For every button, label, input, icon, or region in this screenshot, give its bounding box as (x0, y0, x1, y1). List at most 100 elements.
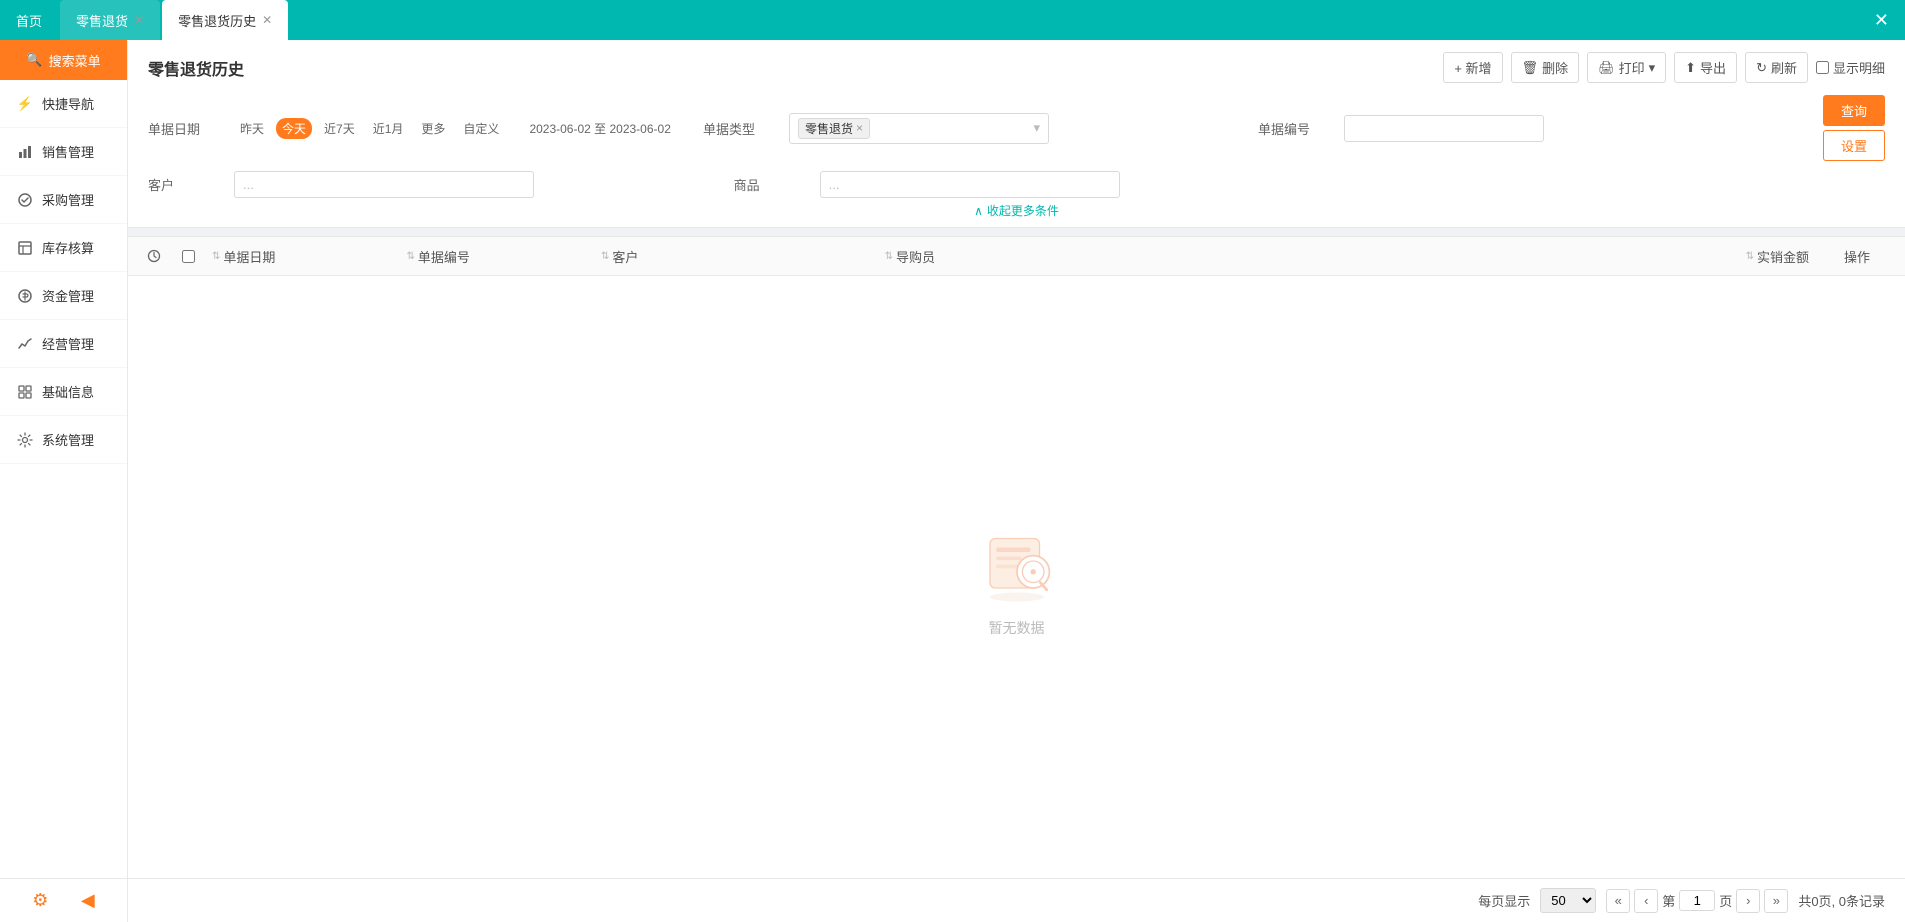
sidebar: 🔍 搜索菜单 ⚡ 快捷导航 销售管理 采购管理 (0, 40, 128, 922)
date-opt-more[interactable]: 更多 (415, 118, 451, 139)
tab-home[interactable]: 首页 (0, 0, 58, 40)
settings-footer-icon[interactable]: ⚙ (32, 890, 48, 911)
print-icon: 🖨 (1598, 60, 1615, 76)
setting-button[interactable]: 设置 (1823, 130, 1885, 161)
last-page-button[interactable]: » (1764, 889, 1788, 913)
empty-text: 暂无数据 (989, 618, 1045, 638)
date-filter-section: 单据日期 昨天 今天 近7天 近1月 更多 自定义 2023-06-02 至 2… (148, 118, 683, 139)
prev-page-button[interactable]: ‹ (1634, 889, 1658, 913)
th-guide[interactable]: ⇅ 导购员 (877, 247, 1071, 266)
delete-icon: 🗑 (1522, 60, 1539, 76)
voucher-type-remove[interactable]: × (856, 121, 863, 135)
filter-row-2: 客户 ... 商品 ... (148, 171, 1885, 198)
goods-label: 商品 (734, 175, 804, 194)
pagination-bar: 每页显示 20 50 100 « ‹ 第 页 › » 共0页, 0条记录 (128, 878, 1905, 922)
voucher-sort-icon: ⇅ (406, 251, 414, 262)
table-container: ⇅ 单据日期 ⇅ 单据编号 ⇅ 客户 ⇅ 导购员 ⇅ 实销 (128, 236, 1905, 878)
query-button[interactable]: 查询 (1823, 95, 1885, 126)
amount-sort-icon: ⇅ (1746, 251, 1754, 262)
show-detail-checkbox-wrapper[interactable]: 显示明细 (1816, 58, 1885, 77)
tab-retail-return-history-close[interactable]: ✕ (262, 13, 272, 27)
filter-row-1: 单据日期 昨天 今天 近7天 近1月 更多 自定义 2023-06-02 至 2… (148, 95, 1885, 161)
collapse-sidebar-icon[interactable]: ◀ (81, 890, 95, 911)
voucher-no-section: 单据编号 (1258, 115, 1793, 142)
th-amount[interactable]: ⇅ 实销金额 (1623, 247, 1817, 266)
th-action: 操作 (1817, 247, 1897, 266)
refresh-button[interactable]: ↻ 刷新 (1745, 52, 1808, 83)
th-checkbox[interactable] (172, 250, 204, 263)
tab-retail-return[interactable]: 零售退货 ✕ (60, 0, 160, 40)
sidebar-footer: ⚙ ◀ (0, 878, 127, 922)
tab-list: 首页 零售退货 ✕ 零售退货历史 ✕ (0, 0, 1858, 40)
customer-sort-icon: ⇅ (601, 251, 609, 262)
page-number-input[interactable] (1679, 890, 1715, 911)
voucher-no-label: 单据编号 (1258, 119, 1328, 138)
main-content: 零售退货历史 + 新增 🗑 删除 🖨 打印 ▾ ⬆ (128, 40, 1905, 922)
page-nav: « ‹ 第 页 › » (1606, 889, 1788, 913)
voucher-type-section: 单据类型 零售退货 × ▾ (703, 113, 1238, 144)
customer-label: 客户 (148, 175, 218, 194)
date-opt-7days[interactable]: 近7天 (318, 118, 361, 139)
page-title-row: 零售退货历史 + 新增 🗑 删除 🖨 打印 ▾ ⬆ (148, 52, 1885, 83)
th-customer[interactable]: ⇅ 客户 (593, 247, 877, 266)
finance-icon (16, 287, 34, 305)
voucher-type-dropdown-icon: ▾ (1033, 120, 1040, 136)
sidebar-item-quick-nav[interactable]: ⚡ 快捷导航 (0, 80, 127, 128)
sidebar-item-purchase-mgmt[interactable]: 采购管理 (0, 176, 127, 224)
date-range-display: 2023-06-02 至 2023-06-02 (529, 120, 670, 137)
page-size-select[interactable]: 20 50 100 (1540, 888, 1596, 913)
select-all-checkbox[interactable] (182, 250, 195, 263)
voucher-type-select[interactable]: 零售退货 × ▾ (789, 113, 1049, 144)
date-opt-today[interactable]: 今天 (276, 118, 312, 139)
inventory-icon (16, 239, 34, 257)
th-date[interactable]: ⇅ 单据日期 (204, 247, 398, 266)
page-size-label: 每页显示 (1478, 891, 1530, 910)
sales-mgmt-icon (16, 143, 34, 161)
sidebar-search[interactable]: 🔍 搜索菜单 (0, 40, 127, 80)
th-voucher-no[interactable]: ⇅ 单据编号 (398, 247, 592, 266)
customer-input[interactable]: ... (234, 171, 534, 198)
tab-retail-return-close[interactable]: ✕ (134, 13, 144, 27)
voucher-type-label: 单据类型 (703, 119, 773, 138)
date-options: 昨天 今天 近7天 近1月 更多 自定义 (234, 118, 505, 139)
first-page-button[interactable]: « (1606, 889, 1630, 913)
sidebar-item-base-info[interactable]: 基础信息 (0, 368, 127, 416)
date-filter-label: 单据日期 (148, 119, 218, 138)
date-opt-1month[interactable]: 近1月 (367, 118, 410, 139)
collapse-bar[interactable]: ∧ 收起更多条件 (148, 198, 1885, 227)
sidebar-item-operations[interactable]: 经营管理 (0, 320, 127, 368)
toolbar: + 新增 🗑 删除 🖨 打印 ▾ ⬆ 导出 (1443, 52, 1885, 83)
sidebar-item-sales-mgmt[interactable]: 销售管理 (0, 128, 127, 176)
sidebar-item-finance[interactable]: 资金管理 (0, 272, 127, 320)
th-setting[interactable] (136, 249, 172, 263)
date-sort-icon: ⇅ (212, 251, 220, 262)
next-page-button[interactable]: › (1736, 889, 1760, 913)
show-detail-checkbox[interactable] (1816, 61, 1829, 74)
collapse-up-icon: ∧ (974, 204, 983, 218)
goods-input[interactable]: ... (820, 171, 1120, 198)
top-bar: 首页 零售退货 ✕ 零售退货历史 ✕ ✕ (0, 0, 1905, 40)
date-opt-custom[interactable]: 自定义 (457, 118, 505, 139)
export-button[interactable]: ⬆ 导出 (1674, 52, 1737, 83)
window-close-button[interactable]: ✕ (1858, 10, 1905, 31)
filter-area: 单据日期 昨天 今天 近7天 近1月 更多 自定义 2023-06-02 至 2… (148, 95, 1885, 227)
purchase-mgmt-icon (16, 191, 34, 209)
voucher-no-input[interactable] (1344, 115, 1544, 142)
sidebar-item-inventory[interactable]: 库存核算 (0, 224, 127, 272)
print-button[interactable]: 🖨 打印 ▾ (1587, 52, 1666, 83)
page-label: 第 (1662, 891, 1675, 910)
total-text: 共0页, 0条记录 (1798, 891, 1885, 910)
sidebar-nav: ⚡ 快捷导航 销售管理 采购管理 库存核算 (0, 80, 127, 878)
main-layout: 🔍 搜索菜单 ⚡ 快捷导航 销售管理 采购管理 (0, 40, 1905, 922)
new-button[interactable]: + 新增 (1443, 52, 1502, 83)
delete-button[interactable]: 🗑 删除 (1511, 52, 1580, 83)
guide-sort-icon: ⇅ (885, 251, 893, 262)
operations-icon (16, 335, 34, 353)
tab-retail-return-history[interactable]: 零售退货历史 ✕ (162, 0, 288, 40)
search-icon: 🔍 (26, 52, 42, 68)
quick-nav-icon: ⚡ (16, 95, 34, 113)
page-unit-label: 页 (1719, 891, 1732, 910)
sidebar-item-system-mgmt[interactable]: 系统管理 (0, 416, 127, 464)
date-opt-yesterday[interactable]: 昨天 (234, 118, 270, 139)
refresh-icon: ↻ (1756, 60, 1767, 76)
